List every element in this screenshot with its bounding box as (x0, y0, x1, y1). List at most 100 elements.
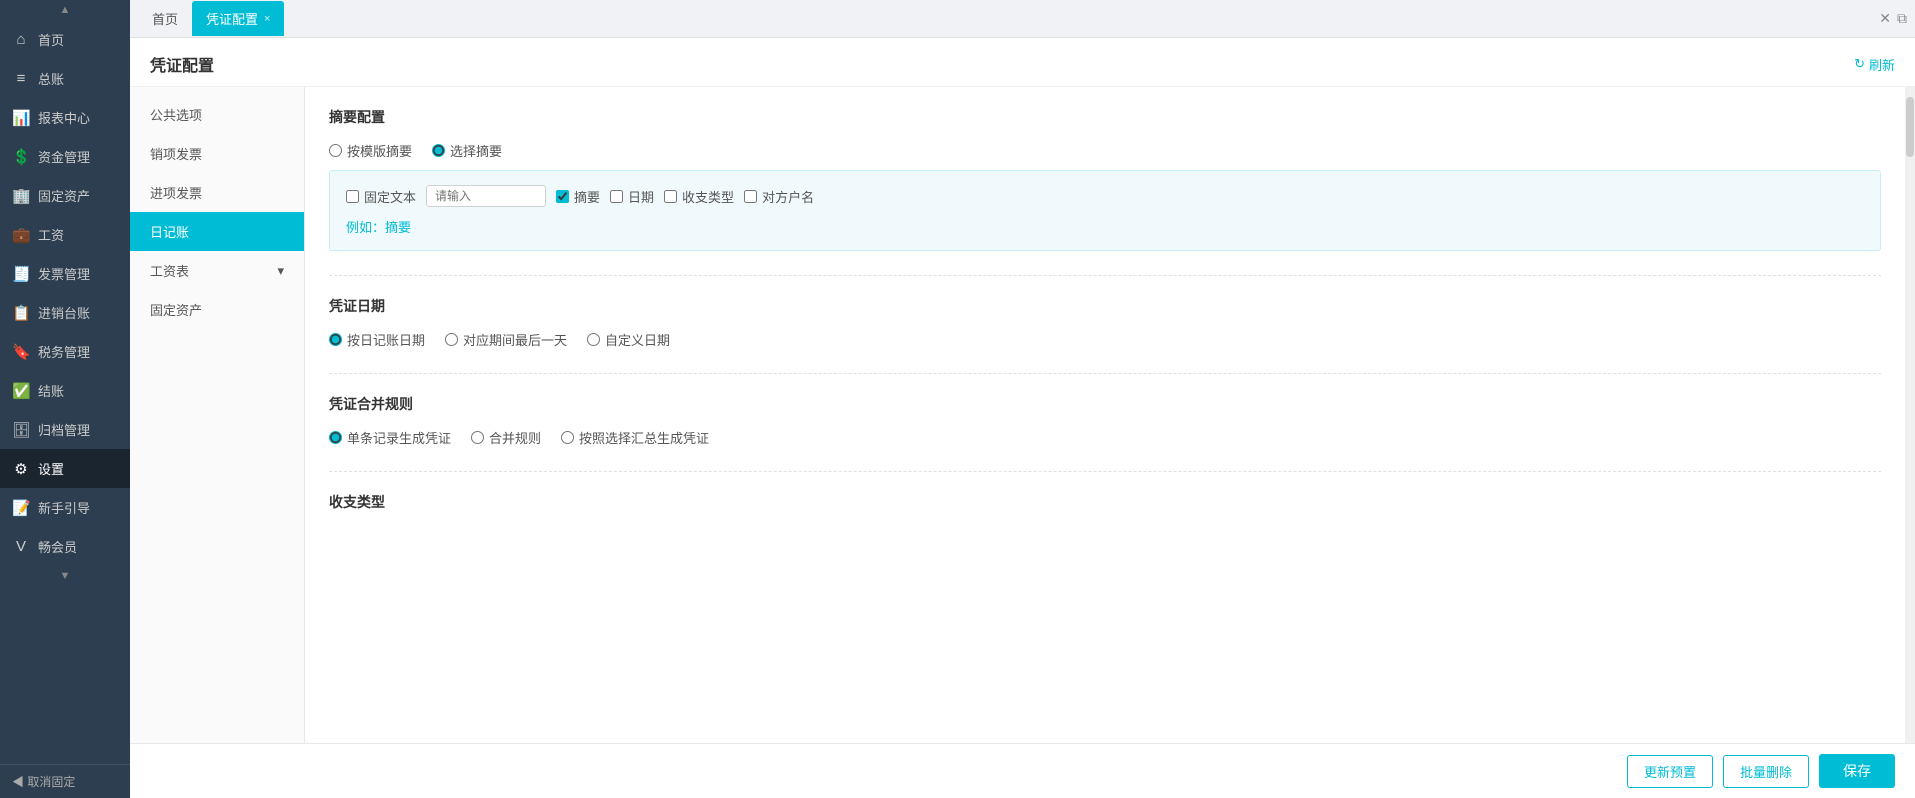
check-income-type-input[interactable] (664, 190, 677, 203)
date-radio-custom-input[interactable] (587, 333, 600, 346)
refresh-button[interactable]: ↻ 刷新 (1854, 55, 1895, 74)
summary-radio-select-label: 选择摘要 (450, 141, 502, 160)
tab-restore-button[interactable]: ⧉ (1897, 10, 1907, 27)
scroll-thumb[interactable] (1906, 97, 1914, 157)
merge-section: 凭证合并规则 单条记录生成凭证 合并规则 按照选择汇总生成凭证 (329, 394, 1881, 472)
date-radio-period-last-input[interactable] (445, 333, 458, 346)
sidebar-item-vip[interactable]: V 畅会员 (0, 527, 130, 566)
check-summary-input[interactable] (556, 190, 569, 203)
left-nav-journal[interactable]: 日记账 (130, 212, 304, 251)
date-radio-group: 按日记账日期 对应期间最后一天 自定义日期 (329, 330, 1881, 349)
sidebar-item-tax[interactable]: 🔖 税务管理 (0, 332, 130, 371)
scrollbar[interactable] (1905, 87, 1915, 743)
check-date[interactable]: 日期 (610, 187, 654, 206)
merge-radio-single-input[interactable] (329, 431, 342, 444)
left-nav: 公共选项 销项发票 进项发票 日记账 工资表 ▾ 固定资产 (130, 87, 305, 743)
check-date-input[interactable] (610, 190, 623, 203)
nav-item-label: 工资表 (150, 261, 189, 280)
check-income-type[interactable]: 收支类型 (664, 187, 734, 206)
summary-radio-group: 按模版摘要 选择摘要 (329, 141, 1881, 160)
sidebar-item-salary[interactable]: 💼 工资 (0, 215, 130, 254)
sidebar-item-label: 报表中心 (38, 108, 90, 127)
summary-radio-select[interactable]: 选择摘要 (432, 141, 502, 160)
check-counterpart-input[interactable] (744, 190, 757, 203)
content-body: 公共选项 销项发票 进项发票 日记账 工资表 ▾ 固定资产 (130, 87, 1915, 743)
ledger-icon: ≡ (12, 70, 30, 87)
income-type-section-title: 收支类型 (329, 492, 1881, 512)
check-fixed-text[interactable]: 固定文本 (346, 187, 416, 206)
sidebar-item-label: 进销台账 (38, 303, 90, 322)
page-header: 凭证配置 ↻ 刷新 (130, 38, 1915, 87)
tab-home[interactable]: 首页 (138, 1, 192, 36)
summary-radio-template[interactable]: 按模版摘要 (329, 141, 412, 160)
merge-radio-merge[interactable]: 合并规则 (471, 428, 541, 447)
tab-close-icon[interactable]: × (264, 13, 270, 25)
refresh-icon: ↻ (1854, 56, 1865, 72)
sidebar-item-label: 设置 (38, 459, 64, 478)
sidebar-item-label: 工资 (38, 225, 64, 244)
merge-radio-summary-input[interactable] (561, 431, 574, 444)
archive-icon: 🗄 (12, 421, 30, 439)
tab-close-button[interactable]: ✕ (1879, 10, 1891, 27)
sidebar-item-archive[interactable]: 🗄 归档管理 (0, 410, 130, 449)
check-counterpart[interactable]: 对方户名 (744, 187, 814, 206)
check-fixed-text-label: 固定文本 (364, 187, 416, 206)
sidebar-item-guide[interactable]: 📝 新手引导 (0, 488, 130, 527)
check-fixed-text-input[interactable] (346, 190, 359, 203)
summary-radio-select-input[interactable] (432, 144, 445, 157)
date-radio-journal-label: 按日记账日期 (347, 330, 425, 349)
main-area: 首页 凭证配置 × ✕ ⧉ 凭证配置 ↻ 刷新 公共选项 (130, 0, 1915, 798)
summary-section-title: 摘要配置 (329, 107, 1881, 127)
sidebar-unpin-button[interactable]: ◀ 取消固定 (0, 764, 130, 798)
sidebar-scroll-up[interactable]: ▲ (0, 0, 130, 20)
sidebar-item-assets[interactable]: 🏢 固定资产 (0, 176, 130, 215)
left-nav-purchase-invoice[interactable]: 进项发票 (130, 173, 304, 212)
sidebar-item-checkout[interactable]: ✅ 结账 (0, 371, 130, 410)
sidebar-item-label: 总账 (38, 69, 64, 88)
date-section: 凭证日期 按日记账日期 对应期间最后一天 自定义日期 (329, 296, 1881, 374)
date-radio-period-last[interactable]: 对应期间最后一天 (445, 330, 567, 349)
summary-radio-template-label: 按模版摘要 (347, 141, 412, 160)
check-summary-label: 摘要 (574, 187, 600, 206)
tab-voucher-label: 凭证配置 (206, 9, 258, 28)
left-nav-fixed-assets[interactable]: 固定资产 (130, 290, 304, 329)
merge-radio-merge-input[interactable] (471, 431, 484, 444)
tax-icon: 🔖 (12, 343, 30, 361)
sidebar-scroll-down[interactable]: ▼ (0, 566, 130, 586)
batch-delete-button[interactable]: 批量删除 (1723, 755, 1809, 788)
date-radio-journal[interactable]: 按日记账日期 (329, 330, 425, 349)
left-nav-public-options[interactable]: 公共选项 (130, 95, 304, 134)
left-nav-sales-invoice[interactable]: 销项发票 (130, 134, 304, 173)
sidebar-item-label: 发票管理 (38, 264, 90, 283)
assets-icon: 🏢 (12, 187, 30, 205)
date-radio-custom[interactable]: 自定义日期 (587, 330, 670, 349)
update-preset-button[interactable]: 更新预置 (1627, 755, 1713, 788)
sidebar-item-reports[interactable]: 📊 报表中心 (0, 98, 130, 137)
example-value: 摘要 (385, 220, 411, 235)
merge-radio-summary[interactable]: 按照选择汇总生成凭证 (561, 428, 709, 447)
vip-icon: V (12, 538, 30, 555)
sidebar-item-label: 固定资产 (38, 186, 90, 205)
sidebar-item-sales-ledger[interactable]: 📋 进销台账 (0, 293, 130, 332)
reports-icon: 📊 (12, 109, 30, 127)
sidebar-item-funds[interactable]: 💲 资金管理 (0, 137, 130, 176)
save-button[interactable]: 保存 (1819, 754, 1895, 788)
sidebar-item-invoice[interactable]: 🧾 发票管理 (0, 254, 130, 293)
tab-voucher-config[interactable]: 凭证配置 × (192, 1, 284, 36)
right-content: 摘要配置 按模版摘要 选择摘要 (305, 87, 1905, 743)
check-income-type-label: 收支类型 (682, 187, 734, 206)
sidebar-item-settings[interactable]: ⚙ 设置 (0, 449, 130, 488)
merge-radio-single[interactable]: 单条记录生成凭证 (329, 428, 451, 447)
checkout-icon: ✅ (12, 382, 30, 400)
left-nav-payroll[interactable]: 工资表 ▾ (130, 251, 304, 290)
check-summary[interactable]: 摘要 (556, 187, 600, 206)
merge-radio-single-label: 单条记录生成凭证 (347, 428, 451, 447)
fixed-text-input[interactable] (426, 185, 546, 207)
sidebar-item-home[interactable]: ⌂ 首页 (0, 20, 130, 59)
guide-icon: 📝 (12, 499, 30, 517)
sidebar-item-ledger[interactable]: ≡ 总账 (0, 59, 130, 98)
date-radio-journal-input[interactable] (329, 333, 342, 346)
tab-bar: 首页 凭证配置 × ✕ ⧉ (130, 0, 1915, 38)
summary-radio-template-input[interactable] (329, 144, 342, 157)
merge-radio-summary-label: 按照选择汇总生成凭证 (579, 428, 709, 447)
